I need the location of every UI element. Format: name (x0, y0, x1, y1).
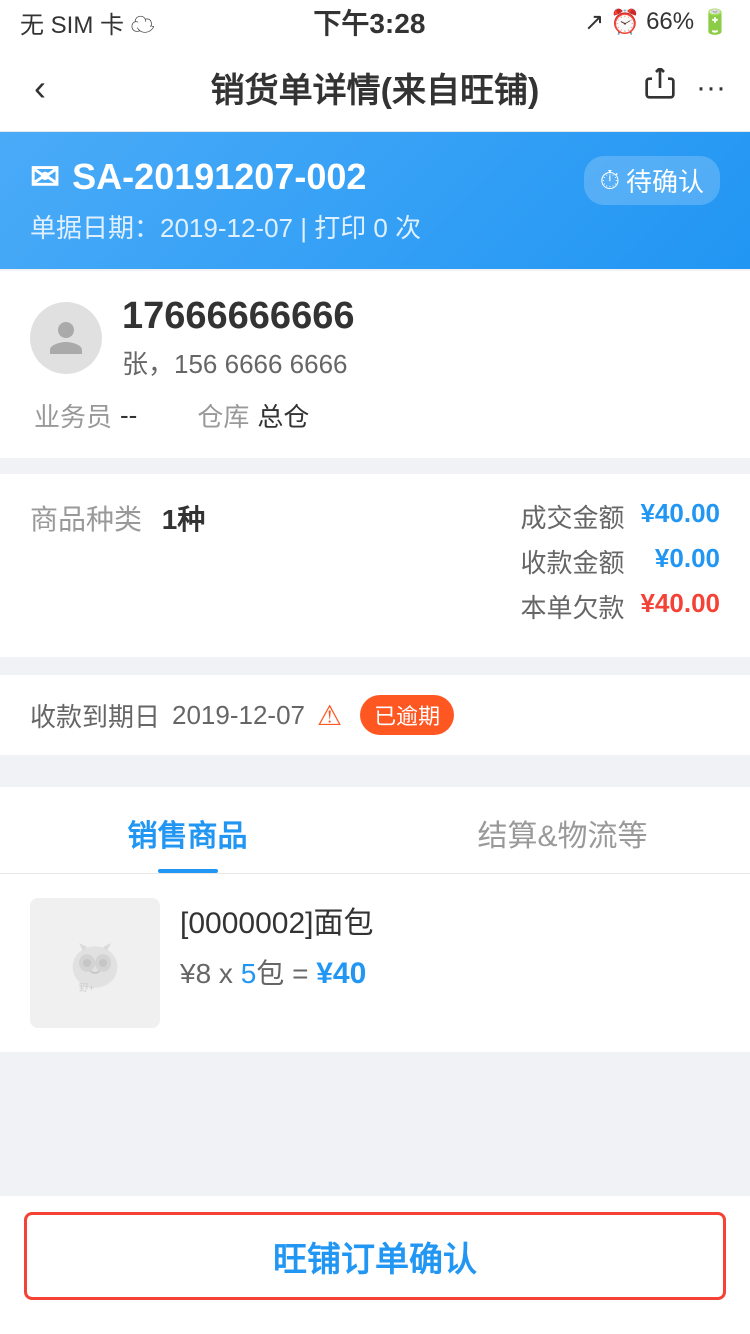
salesperson-item: 业务员 -- (34, 397, 137, 434)
divider-3 (0, 755, 750, 771)
product-item: 野+ [0000002]面包 ¥8 x 5包 = ¥40 (30, 898, 720, 1028)
deal-amount-line: 成交金额 ¥40.00 (520, 498, 720, 535)
product-section: 野+ [0000002]面包 ¥8 x 5包 = ¥40 (0, 874, 750, 1052)
alarm-icon: ⏰ (610, 8, 640, 37)
order-icon: ✉ (30, 156, 60, 198)
avatar (30, 302, 102, 374)
product-total: ¥40 (316, 957, 366, 990)
sim-status: 无 SIM 卡 ☁ (20, 5, 155, 40)
product-kind-section: 商品种类 1种 (30, 498, 205, 538)
customer-name: 张，156 6666 6666 (122, 344, 354, 381)
confirm-btn-container: 旺铺订单确认 (0, 1196, 750, 1334)
due-amount-value: ¥40.00 (640, 588, 720, 625)
product-price: ¥8 x (180, 958, 241, 989)
product-equals: = (284, 958, 316, 989)
product-info: [0000002]面包 ¥8 x 5包 = ¥40 (180, 898, 720, 992)
salesperson-value: -- (120, 400, 137, 431)
product-price-row: ¥8 x 5包 = ¥40 (180, 952, 720, 992)
due-date-label: 收款到期日 (30, 697, 160, 734)
tabs-container: 销售商品 结算&物流等 (0, 787, 750, 874)
customer-phone: 17666666666 (122, 295, 354, 338)
more-icon[interactable]: ··· (696, 71, 726, 105)
overdue-badge: 已逾期 (360, 695, 454, 735)
amounts-section: 成交金额 ¥40.00 收款金额 ¥0.00 本单欠款 ¥40.00 (520, 498, 720, 633)
deal-amount-value: ¥40.00 (640, 498, 720, 535)
received-amount-line: 收款金额 ¥0.00 (520, 543, 720, 580)
status-bar: 无 SIM 卡 ☁ 下午3:28 ↗ ⏰ 66% 🔋 (0, 0, 750, 44)
customer-card: 17666666666 张，156 6666 6666 业务员 -- 仓库 总仓 (0, 271, 750, 458)
salesperson-label: 业务员 (34, 397, 112, 434)
product-kind-label: 商品种类 (30, 504, 142, 535)
customer-row: 17666666666 张，156 6666 6666 (30, 295, 720, 381)
location-icon: ↗ (584, 8, 604, 37)
status-clock-icon: ⏱ (600, 165, 620, 197)
warehouse-value: 总仓 (257, 397, 309, 434)
order-id-text: SA-20191207-002 (72, 156, 366, 198)
status-left: 无 SIM 卡 ☁ (20, 5, 155, 40)
deal-amount-label: 成交金额 (520, 498, 624, 535)
divider-2 (0, 657, 750, 673)
customer-meta: 业务员 -- 仓库 总仓 (30, 397, 720, 434)
summary-row: 商品种类 1种 成交金额 ¥40.00 收款金额 ¥0.00 本单欠款 ¥40.… (30, 498, 720, 633)
summary-card: 商品种类 1种 成交金额 ¥40.00 收款金额 ¥0.00 本单欠款 ¥40.… (0, 474, 750, 657)
product-unit: 包 (256, 958, 284, 989)
warehouse-label: 仓库 (197, 397, 249, 434)
product-name: [0000002]面包 (180, 898, 720, 942)
back-button[interactable]: ‹ (24, 57, 56, 119)
tab-products[interactable]: 销售商品 (0, 787, 375, 873)
due-date-card: 收款到期日 2019-12-07 ⚠ 已逾期 (0, 675, 750, 755)
tab-settlement[interactable]: 结算&物流等 (375, 787, 750, 873)
wangpu-confirm-button[interactable]: 旺铺订单确认 (24, 1212, 726, 1300)
battery-level: 66% (646, 8, 694, 36)
order-header: ✉ SA-20191207-002 单据日期：2019-12-07 | 打印 0… (0, 132, 750, 269)
share-icon[interactable] (644, 68, 676, 108)
due-amount-label: 本单欠款 (520, 588, 624, 625)
order-date: 单据日期：2019-12-07 | 打印 0 次 (30, 208, 421, 245)
product-qty: 5 (241, 958, 257, 989)
order-status: ⏱ 待确认 (584, 156, 720, 205)
nav-actions: ··· (644, 68, 726, 108)
product-thumbnail: 野+ (30, 898, 160, 1028)
divider-1 (0, 458, 750, 474)
due-date-value: 2019-12-07 (172, 700, 305, 731)
customer-info: 17666666666 张，156 6666 6666 (122, 295, 354, 381)
battery-icon: 🔋 (700, 8, 730, 37)
due-amount-line: 本单欠款 ¥40.00 (520, 588, 720, 625)
received-amount-label: 收款金额 (520, 543, 624, 580)
status-text: 待确认 (626, 162, 704, 199)
product-kind-value: 1种 (162, 504, 206, 535)
status-right: ↗ ⏰ 66% 🔋 (584, 8, 730, 37)
warehouse-item: 仓库 总仓 (197, 397, 309, 434)
overdue-warning-icon: ⚠ (317, 699, 342, 732)
svg-text:野+: 野+ (79, 983, 95, 994)
order-header-left: ✉ SA-20191207-002 单据日期：2019-12-07 | 打印 0… (30, 156, 421, 245)
nav-bar: ‹ 销货单详情(来自旺铺) ··· (0, 44, 750, 132)
page-title: 销货单详情(来自旺铺) (211, 63, 540, 112)
received-amount-value: ¥0.00 (655, 543, 720, 580)
order-id: ✉ SA-20191207-002 (30, 156, 421, 198)
status-time: 下午3:28 (313, 2, 425, 42)
